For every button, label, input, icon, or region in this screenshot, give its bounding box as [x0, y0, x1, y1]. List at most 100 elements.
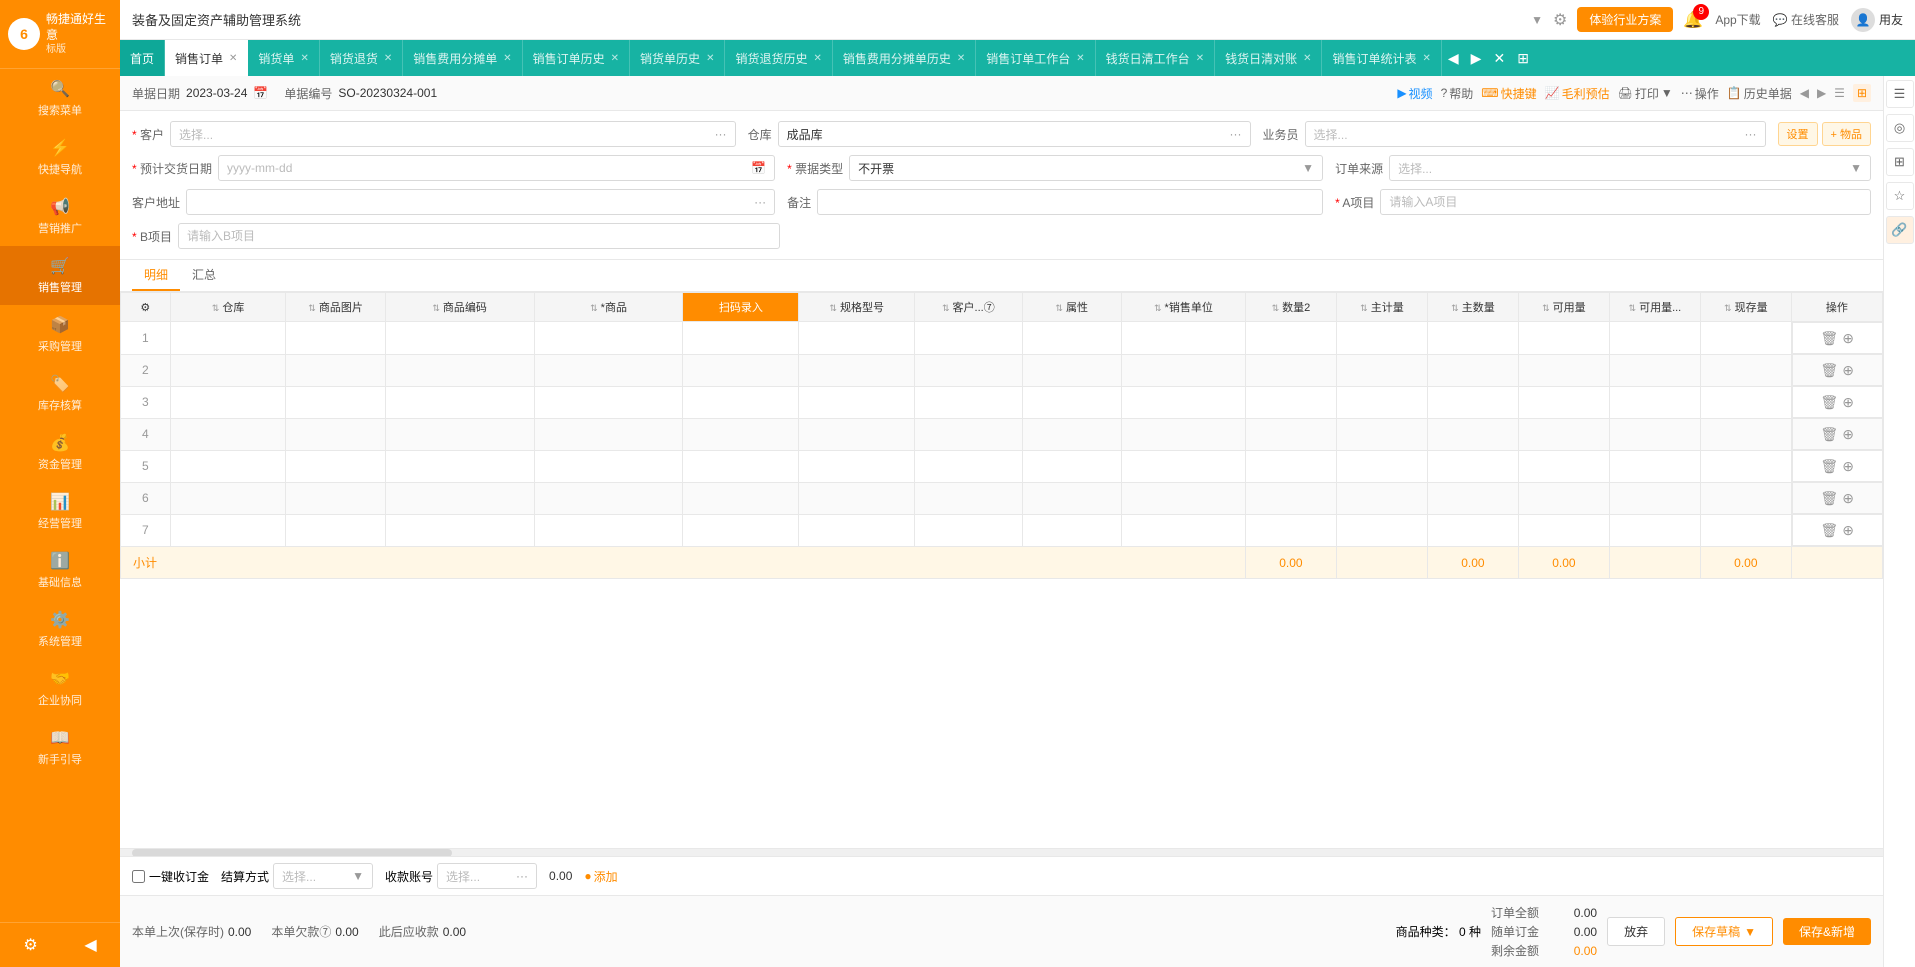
operations-action[interactable]: ⋯ 操作: [1681, 85, 1719, 102]
row-attr-5[interactable]: [1022, 450, 1121, 482]
tab-sales-order-history[interactable]: 销售订单历史 ✕: [523, 40, 630, 76]
nav-next-arrow[interactable]: ▶: [1465, 50, 1488, 67]
row-stock-7[interactable]: [1700, 514, 1791, 547]
row-unit-6[interactable]: [1121, 482, 1245, 514]
col-code[interactable]: ⇅ 商品编码: [385, 293, 534, 322]
one-click-checkout-checkbox[interactable]: [132, 870, 145, 883]
row-spec-4[interactable]: [799, 418, 915, 450]
row-customer-5[interactable]: [915, 450, 1023, 482]
calendar-icon[interactable]: 📅: [253, 86, 268, 100]
row-img-3[interactable]: [286, 386, 385, 418]
save-new-button[interactable]: 保存&新增: [1783, 918, 1871, 945]
right-panel-icon-1[interactable]: ☰: [1886, 80, 1914, 108]
row-main-qty-1[interactable]: [1427, 322, 1518, 355]
row-customer-6[interactable]: [915, 482, 1023, 514]
grid-view-icon[interactable]: ⊞: [1853, 84, 1871, 102]
row-ops-7[interactable]: 🗑 ⊕: [1792, 514, 1883, 546]
row-main-unit-4[interactable]: [1336, 418, 1427, 450]
tab-close-sales-order-history[interactable]: ✕: [611, 53, 619, 64]
row-avail-3[interactable]: [1518, 386, 1609, 418]
row-warehouse-1[interactable]: [170, 322, 286, 355]
row-main-qty-2[interactable]: [1427, 354, 1518, 386]
row-main-unit-6[interactable]: [1336, 482, 1427, 514]
row-ops-2[interactable]: 🗑 ⊕: [1792, 354, 1883, 386]
row-warehouse-2[interactable]: [170, 354, 286, 386]
row-spec-5[interactable]: [799, 450, 915, 482]
row-avail2-4[interactable]: [1609, 418, 1700, 450]
sidebar-item-11[interactable]: 📖新手引导: [0, 718, 120, 777]
right-panel-icon-3[interactable]: ⊞: [1886, 148, 1914, 176]
sidebar-item-7[interactable]: 📊经营管理: [0, 482, 120, 541]
tab-close-daily-reconcile[interactable]: ✕: [1303, 53, 1311, 64]
row-main-qty-7[interactable]: [1427, 514, 1518, 547]
nav-expand-icon[interactable]: ⊞: [1511, 50, 1535, 67]
add-product-button[interactable]: + 物品: [1822, 122, 1871, 146]
right-panel-icon-4[interactable]: ☆: [1886, 182, 1914, 210]
tab-close-sales-return[interactable]: ✕: [384, 53, 392, 64]
row-scan-6[interactable]: [683, 482, 799, 514]
staff-dots[interactable]: ···: [1745, 127, 1757, 141]
history-action[interactable]: 📋 历史单据: [1727, 85, 1792, 102]
col-unit[interactable]: ⇅ *销售单位: [1121, 293, 1245, 322]
sidebar-item-4[interactable]: 📦采购管理: [0, 305, 120, 364]
row-name-4[interactable]: [534, 418, 683, 450]
row-img-5[interactable]: [286, 450, 385, 482]
col-img[interactable]: ⇅ 商品图片: [286, 293, 385, 322]
row-unit-1[interactable]: [1121, 322, 1245, 355]
system-dropdown-icon[interactable]: ▼: [1531, 13, 1543, 27]
profit-action[interactable]: 📈 毛利预估: [1545, 85, 1610, 102]
row-spec-7[interactable]: [799, 514, 915, 547]
tab-close-sales-stats[interactable]: ✕: [1423, 53, 1431, 64]
row-attr-1[interactable]: [1022, 322, 1121, 355]
row-avail2-6[interactable]: [1609, 482, 1700, 514]
app-download-link[interactable]: App下载: [1715, 11, 1760, 28]
project-b-input[interactable]: 请输入B项目: [178, 223, 780, 249]
right-panel-icon-2[interactable]: ◎: [1886, 114, 1914, 142]
row-qty2-7[interactable]: [1245, 514, 1336, 547]
row-unit-7[interactable]: [1121, 514, 1245, 547]
settings-button[interactable]: 设置: [1778, 122, 1818, 146]
row-qty2-3[interactable]: [1245, 386, 1336, 418]
row-avail-5[interactable]: [1518, 450, 1609, 482]
customer-dots[interactable]: ···: [715, 127, 727, 141]
col-main-qty[interactable]: ⇅ 主数量: [1427, 293, 1518, 322]
row-stock-4[interactable]: [1700, 418, 1791, 450]
col-settings[interactable]: ⚙: [121, 293, 171, 322]
row-main-qty-4[interactable]: [1427, 418, 1518, 450]
warehouse-dots[interactable]: ···: [1230, 127, 1242, 141]
row-qty2-5[interactable]: [1245, 450, 1336, 482]
collapse-icon[interactable]: ◀: [80, 931, 100, 959]
row-img-4[interactable]: [286, 418, 385, 450]
row-stock-3[interactable]: [1700, 386, 1791, 418]
row-ops-3[interactable]: 🗑 ⊕: [1792, 386, 1883, 418]
tab-sales-return[interactable]: 销货退货 ✕: [320, 40, 403, 76]
row-unit-5[interactable]: [1121, 450, 1245, 482]
row-main-qty-6[interactable]: [1427, 482, 1518, 514]
row-avail2-3[interactable]: [1609, 386, 1700, 418]
row-code-4[interactable]: [385, 418, 534, 450]
tab-daily-reconcile[interactable]: 钱货日清对账 ✕: [1215, 40, 1322, 76]
row-avail-1[interactable]: [1518, 322, 1609, 355]
row-qty2-2[interactable]: [1245, 354, 1336, 386]
tab-close-daily-workbench[interactable]: ✕: [1196, 53, 1204, 64]
col-qty2[interactable]: ⇅ 数量2: [1245, 293, 1336, 322]
nav-right-icon[interactable]: ▶: [1817, 86, 1826, 100]
row-unit-3[interactable]: [1121, 386, 1245, 418]
payment-method-select[interactable]: 选择... ▼: [273, 863, 373, 889]
delivery-input[interactable]: yyyy-mm-dd 📅: [218, 155, 775, 181]
row-avail2-7[interactable]: [1609, 514, 1700, 547]
copy-icon-7[interactable]: ⊕: [1842, 522, 1854, 539]
row-spec-6[interactable]: [799, 482, 915, 514]
tab-summary[interactable]: 汇总: [180, 260, 228, 291]
col-avail[interactable]: ⇅ 可用量: [1518, 293, 1609, 322]
row-attr-2[interactable]: [1022, 354, 1121, 386]
user-menu[interactable]: 👤 用友: [1851, 8, 1903, 32]
row-qty2-6[interactable]: [1245, 482, 1336, 514]
row-code-3[interactable]: [385, 386, 534, 418]
copy-icon-3[interactable]: ⊕: [1842, 394, 1854, 411]
payment-dropdown-icon[interactable]: ▼: [352, 869, 364, 883]
invoice-select[interactable]: 不开票 ▼: [849, 155, 1323, 181]
account-dots[interactable]: ···: [516, 869, 528, 883]
row-customer-4[interactable]: [915, 418, 1023, 450]
row-code-5[interactable]: [385, 450, 534, 482]
